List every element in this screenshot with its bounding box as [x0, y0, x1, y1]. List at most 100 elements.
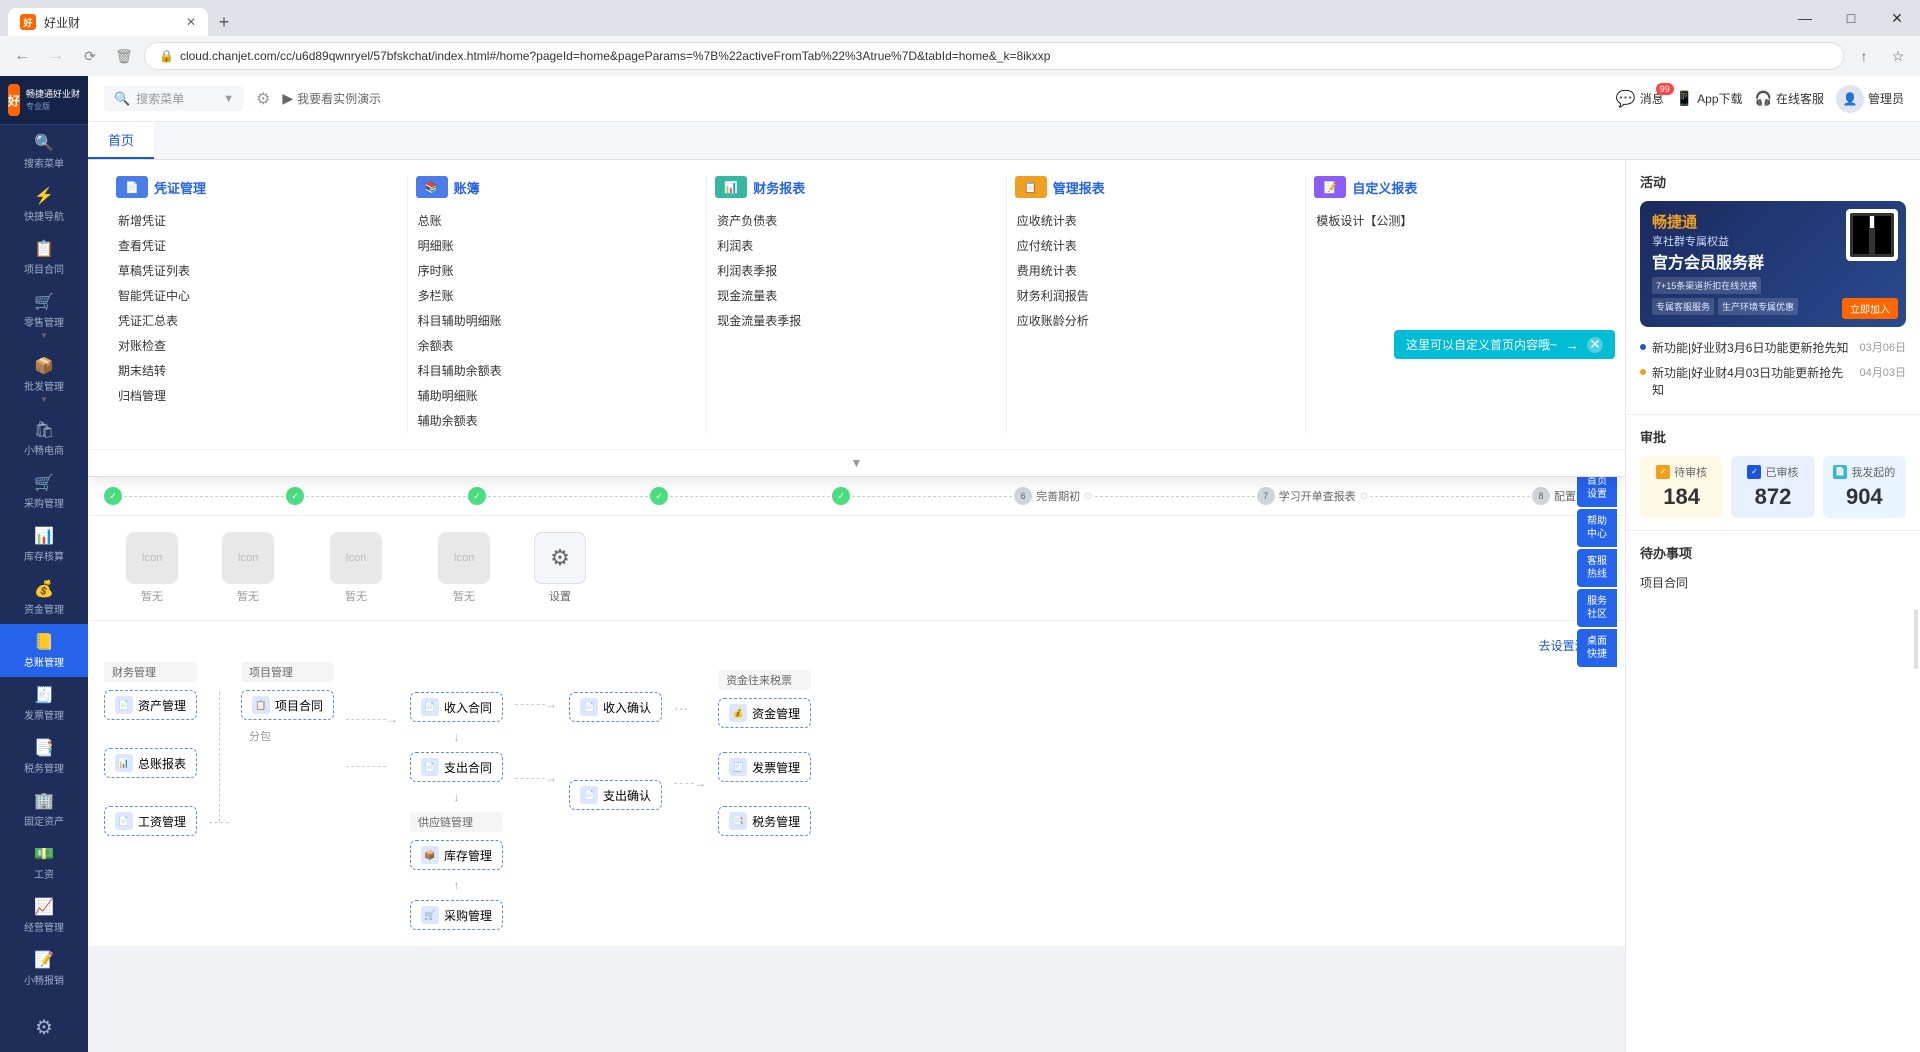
- topbar-msg[interactable]: 💬 消息 99: [1616, 89, 1664, 109]
- icon-cell-he[interactable]: Icon 暂无: [296, 524, 416, 612]
- dropdown-item-payable[interactable]: 应付统计表: [1015, 233, 1298, 258]
- back-button[interactable]: ←: [8, 42, 36, 70]
- bookmark-button[interactable]: ☆: [1884, 42, 1912, 70]
- topbar-app-download[interactable]: 📱 App下载: [1676, 90, 1743, 107]
- dropdown-item-subject-detail[interactable]: 科目辅助明细账: [416, 308, 699, 333]
- approval-card-approved[interactable]: ✓ 已审核 872: [1731, 456, 1814, 518]
- dropdown-item-profit-quarterly[interactable]: 利润表季报: [715, 258, 998, 283]
- dropdown-item-balance-sheet[interactable]: 资产负债表: [715, 208, 998, 233]
- dropdown-item-receivable[interactable]: 应收统计表: [1015, 208, 1298, 233]
- flow-box-tax-mgmt[interactable]: 📑 税务管理: [718, 806, 811, 836]
- flow-box-asset-mgmt[interactable]: 📄 资产管理: [104, 690, 197, 720]
- sidebar-item-retail[interactable]: 🛒 零售管理 ▼: [0, 284, 88, 348]
- dropdown-item-aux-detail[interactable]: 辅助明细账: [416, 383, 699, 408]
- sidebar-item-tax[interactable]: 📑 税务管理: [0, 730, 88, 783]
- dropdown-item-cashflow-quarterly[interactable]: 现金流量表季报: [715, 308, 998, 333]
- forward-button[interactable]: →: [42, 42, 70, 70]
- flow-box-inventory[interactable]: 📦 库存管理: [410, 840, 503, 870]
- approval-card-initiated[interactable]: 📄 我发起的 904: [1823, 456, 1906, 518]
- approval-card-pending[interactable]: ✓ 待审核 184: [1640, 456, 1723, 518]
- sidebar-item-assets[interactable]: 🏢 固定资产: [0, 783, 88, 836]
- sidebar-item-inventory[interactable]: 📊 库存核算: [0, 518, 88, 571]
- dropdown-item-fin-profit[interactable]: 财务利润报告: [1015, 283, 1298, 308]
- close-button[interactable]: ✕: [1874, 0, 1920, 36]
- sidebar-item-search[interactable]: 🔍 搜索菜单: [0, 125, 88, 178]
- dropdown-item-chrono-ledger[interactable]: 序时账: [416, 258, 699, 283]
- dropdown-item-profit[interactable]: 利润表: [715, 233, 998, 258]
- dropdown-item-cashflow[interactable]: 现金流量表: [715, 283, 998, 308]
- dropdown-item-archive[interactable]: 归档管理: [116, 383, 399, 408]
- news-item-1[interactable]: 新功能|好业财3月6日功能更新抢先知 03月06日: [1640, 335, 1906, 360]
- dropdown-item-view-voucher[interactable]: 查看凭证: [116, 233, 399, 258]
- sidebar-item-basic[interactable]: ℹ️ 基础信息: [0, 995, 88, 1003]
- dropdown-item-voucher-summary[interactable]: 凭证汇总表: [116, 308, 399, 333]
- flow-box-capital-mgmt[interactable]: 💰 资金管理: [718, 698, 811, 728]
- dropdown-item-expense[interactable]: 费用统计表: [1015, 258, 1298, 283]
- icon-cell-settings[interactable]: ⚙ 设置: [512, 524, 608, 612]
- sidebar-item-payroll[interactable]: 💵 工资: [0, 836, 88, 889]
- topbar-search[interactable]: 🔍 搜索菜单 ▼: [104, 86, 244, 111]
- topbar-user[interactable]: 👤 管理员: [1836, 85, 1904, 113]
- dropdown-item-aging[interactable]: 应收账龄分析: [1015, 308, 1298, 333]
- sidebar-item-sales[interactable]: 📝 小畅报销: [0, 942, 88, 995]
- tip-close-icon[interactable]: ✕: [1587, 337, 1603, 353]
- sidebar-item-quick[interactable]: ⚡ 快捷导航: [0, 178, 88, 231]
- news-item-2[interactable]: 新功能|好业财4月03日功能更新抢先知 04月03日: [1640, 360, 1906, 402]
- sidebar-item-ops[interactable]: 📈 经营管理: [0, 889, 88, 942]
- flow-box-general-ledger-report[interactable]: 📊 总账报表: [104, 748, 197, 778]
- sidebar-item-ecommerce[interactable]: 🛍 小畅电商: [0, 412, 88, 465]
- delete-button[interactable]: 🗑: [110, 42, 138, 70]
- new-tab-button[interactable]: +: [208, 8, 240, 36]
- flow-box-purchase[interactable]: 🛒 采购管理: [410, 900, 503, 930]
- dropdown-item-balance-table[interactable]: 余额表: [416, 333, 699, 358]
- dropdown-item-add-voucher[interactable]: 新增凭证: [116, 208, 399, 233]
- extension-button[interactable]: ↑: [1850, 42, 1878, 70]
- topbar-demo[interactable]: ▶ 我要看实例演示: [282, 90, 381, 107]
- topbar-settings-icon[interactable]: ⚙: [256, 89, 270, 109]
- customer-service-btn[interactable]: 客服热线: [1577, 549, 1617, 587]
- address-bar[interactable]: 🔒 cloud.chanjet.com/cc/u6d89qwnryel/57bf…: [144, 42, 1844, 70]
- dropdown-item-multi-col[interactable]: 多栏账: [416, 283, 699, 308]
- browser-tab[interactable]: 好 好业财 ✕: [8, 8, 208, 36]
- sidebar-item-finance[interactable]: 💰 资金管理: [0, 571, 88, 624]
- dropdown-item-reconcile[interactable]: 对账检查: [116, 333, 399, 358]
- sidebar-header[interactable]: 好 畅捷通好业财 专业版: [0, 76, 88, 125]
- topbar-online-service[interactable]: 🎧 在线客服: [1755, 90, 1824, 107]
- flow-box-expense-contract[interactable]: 📄 支出合同: [410, 752, 503, 782]
- flow-box-invoice-mgmt[interactable]: 🧾 发票管理: [718, 752, 811, 782]
- tab-close-icon[interactable]: ✕: [186, 15, 196, 29]
- join-btn[interactable]: 立即加入: [1842, 298, 1898, 319]
- dropdown-item-smart-voucher[interactable]: 智能凭证中心: [116, 283, 399, 308]
- help-center-btn[interactable]: 帮助中心: [1577, 509, 1617, 547]
- activity-banner[interactable]: 畅捷通 享社群专属权益 官方会员服务群 7+15条渠道折扣在线兑换 专属客服服务…: [1640, 201, 1906, 327]
- sidebar-item-invoice[interactable]: 🧾 发票管理: [0, 677, 88, 730]
- dropdown-item-template[interactable]: 模板设计【公测】: [1314, 208, 1597, 233]
- sidebar-settings[interactable]: ⚙: [35, 1003, 53, 1052]
- flow-box-income-contract[interactable]: 📄 收入合同: [410, 692, 503, 722]
- dropdown-item-detail-ledger[interactable]: 明细账: [416, 233, 699, 258]
- minimize-button[interactable]: —: [1782, 0, 1828, 36]
- dropdown-item-draft-voucher[interactable]: 草稿凭证列表: [116, 258, 399, 283]
- dropdown-expand[interactable]: ▼: [88, 449, 1625, 476]
- dropdown-item-general-ledger[interactable]: 总账: [416, 208, 699, 233]
- sidebar-item-wholesale[interactable]: 📦 批发管理 ▼: [0, 348, 88, 412]
- flow-box-project-contract[interactable]: 📋 项目合同: [241, 690, 334, 720]
- maximize-button[interactable]: □: [1828, 0, 1874, 36]
- dropdown-item-aux-balance[interactable]: 辅助余额表: [416, 408, 699, 433]
- flow-box-payroll-mgmt[interactable]: 📄 工资管理: [104, 806, 197, 836]
- service-community-btn[interactable]: 服务社区: [1577, 589, 1617, 627]
- flow-box-income-confirm[interactable]: 📄 收入确认: [569, 692, 662, 722]
- dropdown-item-period-close[interactable]: 期末结转: [116, 358, 399, 383]
- todo-item-1[interactable]: 项目合同: [1640, 570, 1906, 595]
- icon-cell-3[interactable]: Icon 暂无: [416, 524, 512, 612]
- sidebar-item-purchase[interactable]: 🛒 采购管理: [0, 465, 88, 518]
- sidebar-item-project[interactable]: 📋 项目合同: [0, 231, 88, 284]
- reload-button[interactable]: ⟳: [76, 42, 104, 70]
- icon-cell-2[interactable]: Icon 暂无: [200, 524, 296, 612]
- flow-box-expense-confirm[interactable]: 📄 支出确认: [569, 780, 662, 810]
- desktop-shortcut-btn[interactable]: 桌面快捷: [1577, 629, 1617, 667]
- dropdown-item-subject-balance[interactable]: 科目辅助余额表: [416, 358, 699, 383]
- tab-home[interactable]: 首页: [88, 122, 154, 159]
- icon-cell-1[interactable]: Icon 暂无: [104, 524, 200, 612]
- sidebar-item-accounting[interactable]: 📒 总账管理: [0, 624, 88, 677]
